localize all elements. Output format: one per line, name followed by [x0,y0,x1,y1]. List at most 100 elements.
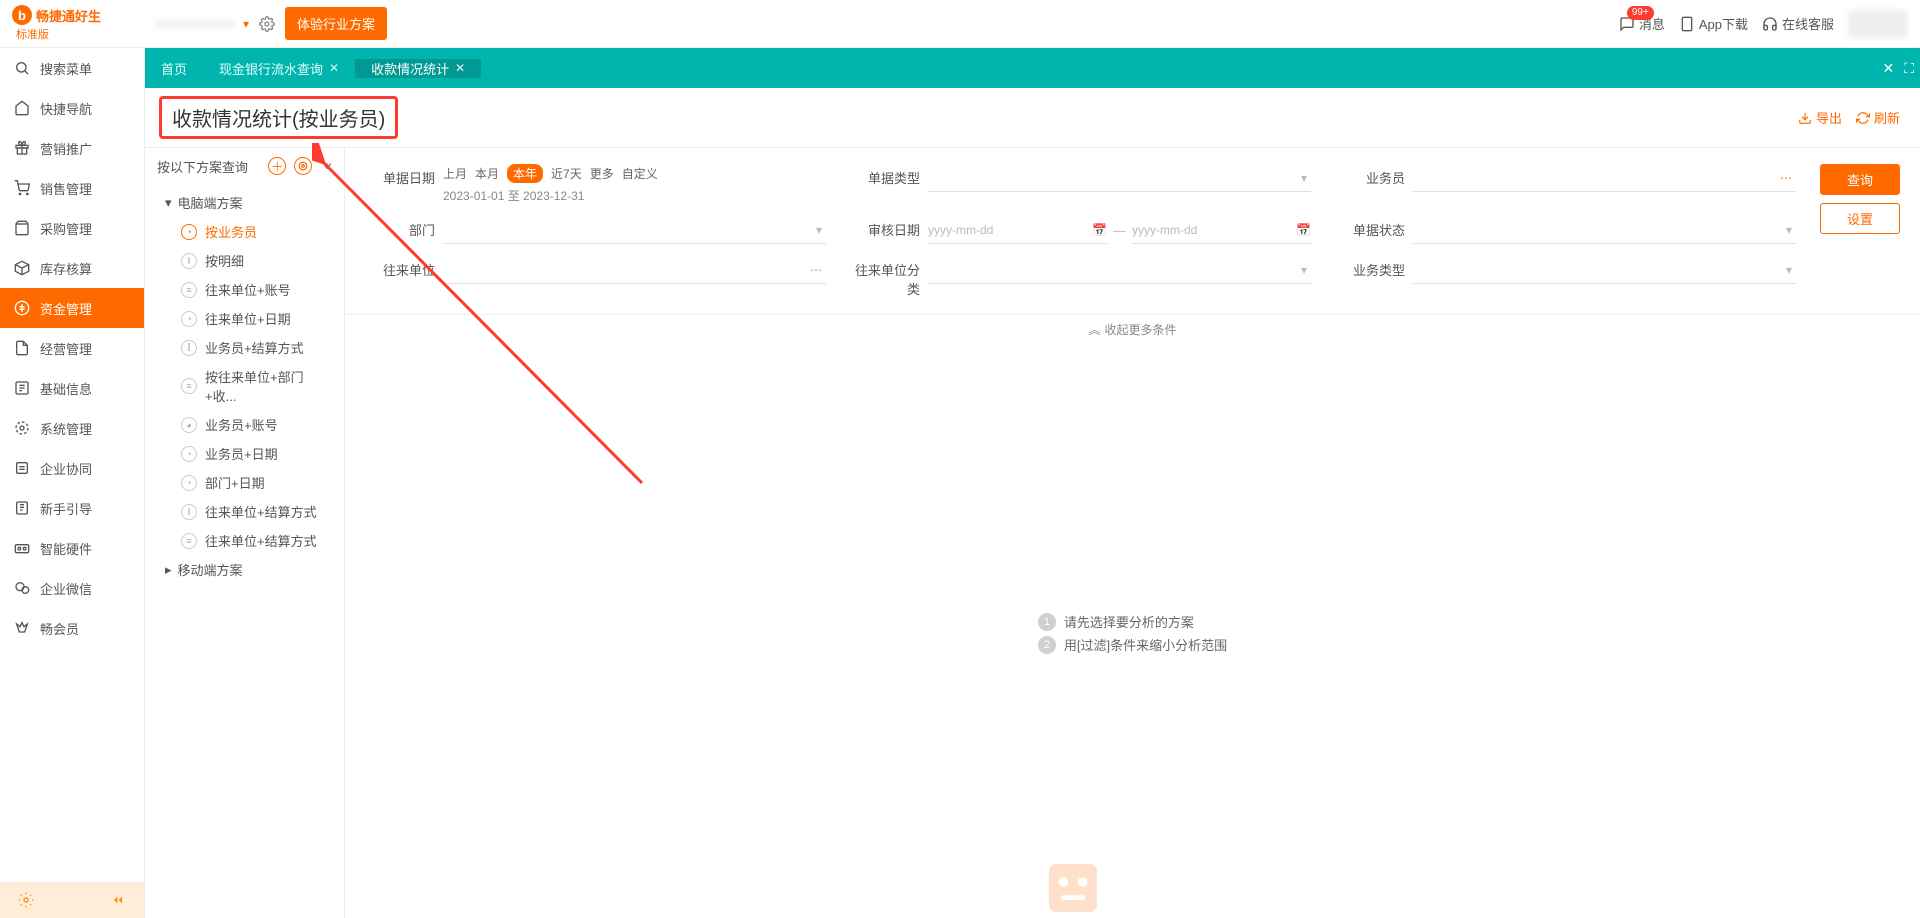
sidebar-item-label: 搜索菜单 [40,59,92,78]
tree-leaf-0-3[interactable]: ◔往来单位+日期 [145,304,344,333]
sidebar-item-3[interactable]: 销售管理 [0,168,144,208]
chart-icon: ⫾ [181,253,197,269]
tree-leaf-0-0[interactable]: ◔按业务员 [145,217,344,246]
tab-fullscreen-icon[interactable]: ⛶ [1904,60,1914,77]
chevron-down-icon: ▾ [243,17,249,31]
date-preset-自定义[interactable]: 自定义 [622,165,658,182]
sidebar-item-5[interactable]: 库存核算 [0,248,144,288]
filter-area: 单据日期 上月本月本年近7天更多自定义 2023-01-01 至 2023-12… [345,148,1920,918]
sidebar-item-label: 智能硬件 [40,539,92,558]
sidebar-item-8[interactable]: 基础信息 [0,368,144,408]
sidebar-item-10[interactable]: 企业协同 [0,448,144,488]
main-area: 首页现金银行流水查询✕收款情况统计✕ ✕ ⛶ 收款情况统计(按业务员) 导出 [145,48,1920,918]
sidebar-item-4[interactable]: 采购管理 [0,208,144,248]
date-preset-本年[interactable]: 本年 [507,164,543,183]
tree-leaf-0-4[interactable]: ⫿业务员+结算方式 [145,333,344,362]
partner-category-select[interactable]: ▾ [928,256,1311,284]
sidebar-item-2[interactable]: 营销推广 [0,128,144,168]
date-preset-上月[interactable]: 上月 [443,165,467,182]
sidebar-item-7[interactable]: 经营管理 [0,328,144,368]
clock-icon: ◔ [181,475,197,491]
footer-collapse-icon[interactable] [110,892,126,908]
tree-leaf-0-5[interactable]: ≡按往来单位+部门+收... [145,362,344,410]
tab-close-all-icon[interactable]: ✕ [1882,60,1894,77]
sidebar-item-0[interactable]: 搜索菜单 [0,48,144,88]
sys-icon [14,420,30,436]
tree-group-0[interactable]: ▾电脑端方案 [145,188,344,217]
search-icon [14,60,30,76]
app-header: b 畅捷通好生 标准版 ▾ 体验行业方案 消息 99+ App下载 在线客服 [0,0,1920,48]
query-button[interactable]: 查询 [1820,164,1900,195]
tree-leaf-0-6[interactable]: ◕业务员+账号 [145,410,344,439]
tab-2[interactable]: 收款情况统计✕ [355,59,481,78]
settings-gear-icon[interactable] [259,16,275,32]
refresh-button[interactable]: 刷新 [1856,108,1900,127]
date-preset-近7天[interactable]: 近7天 [551,165,582,182]
filter-bill-date: 单据日期 上月本月本年近7天更多自定义 2023-01-01 至 2023-12… [365,164,826,204]
add-scheme-button[interactable]: ＋ [268,157,286,175]
tree-leaf-0-9[interactable]: ⫾往来单位+结算方式 [145,497,344,526]
bill-type-select[interactable]: ▾ [928,164,1311,192]
sidebar-item-label: 库存核算 [40,259,92,278]
filter-department: 部门 ▾ [365,216,826,244]
collapse-panel-icon[interactable]: « [324,157,332,175]
team-icon [14,460,30,476]
sidebar-item-label: 基础信息 [40,379,92,398]
tabs-bar: 首页现金银行流水查询✕收款情况统计✕ ✕ ⛶ [145,48,1920,88]
business-type-select[interactable]: ▾ [1413,256,1796,284]
department-select[interactable]: ▾ [443,216,826,244]
sidebar-item-label: 销售管理 [40,179,92,198]
filter-audit-date: 审核日期 yyyy-mm-dd📅 — yyyy-mm-dd📅 [850,216,1311,244]
audit-date-from[interactable]: yyyy-mm-dd📅 [928,216,1107,244]
filter-partner-category: 往来单位分类 ▾ [850,256,1311,298]
tab-close-icon[interactable]: ✕ [329,61,339,75]
tab-0[interactable]: 首页 [145,59,203,78]
money-icon [14,300,30,316]
audit-date-to[interactable]: yyyy-mm-dd📅 [1132,216,1311,244]
tree-leaf-0-7[interactable]: ◔业务员+日期 [145,439,344,468]
user-avatar-blurred[interactable] [1848,10,1908,38]
sidebar-item-6[interactable]: 资金管理 [0,288,144,328]
tabs-actions: ✕ ⛶ [1882,60,1914,77]
clock-icon: ◔ [181,224,197,240]
bill-status-select[interactable]: ▾ [1413,216,1796,244]
collapse-filters-button[interactable]: ︽ 收起更多条件 [345,314,1920,344]
messages-link[interactable]: 消息 99+ [1619,14,1665,33]
online-service-link[interactable]: 在线客服 [1762,14,1834,33]
app-download-label: App下载 [1699,14,1748,33]
experience-button[interactable]: 体验行业方案 [285,7,387,40]
sidebar-item-1[interactable]: 快捷导航 [0,88,144,128]
hw-icon [14,540,30,556]
tab-close-icon[interactable]: ✕ [455,61,465,75]
partner-select[interactable] [443,256,826,284]
chart-icon: ⫾ [181,504,197,520]
title-highlight-box: 收款情况统计(按业务员) [159,96,398,139]
org-selector[interactable]: ▾ [155,17,249,31]
sidebar-item-9[interactable]: 系统管理 [0,408,144,448]
info-icon [14,380,30,396]
tab-1[interactable]: 现金银行流水查询✕ [203,59,355,78]
date-preset-更多[interactable]: 更多 [590,165,614,182]
app-download-link[interactable]: App下载 [1679,14,1748,33]
tree-leaf-0-1[interactable]: ⫾按明细 [145,246,344,275]
sidebar-item-label: 采购管理 [40,219,92,238]
date-preset-本月[interactable]: 本月 [475,165,499,182]
tree-leaf-0-2[interactable]: ≡往来单位+账号 [145,275,344,304]
list-icon: ≡ [181,533,197,549]
sidebar-item-label: 营销推广 [40,139,92,158]
export-button[interactable]: 导出 [1798,108,1842,127]
footer-gear-icon[interactable] [18,892,34,908]
scheme-settings-button[interactable] [294,157,312,175]
sidebar-item-13[interactable]: 企业微信 [0,568,144,608]
tree-group-1[interactable]: ▸移动端方案 [145,555,344,584]
tree-leaf-0-10[interactable]: ≡往来单位+结算方式 [145,526,344,555]
tree-leaf-0-8[interactable]: ◔部门+日期 [145,468,344,497]
sidebar-item-14[interactable]: 畅会员 [0,608,144,648]
sidebar-item-12[interactable]: 智能硬件 [0,528,144,568]
salesperson-select[interactable] [1413,164,1796,192]
logo-area: b 畅捷通好生 标准版 [12,5,145,42]
sidebar-item-11[interactable]: 新手引导 [0,488,144,528]
guide-icon [14,500,30,516]
settings-button[interactable]: 设置 [1820,203,1900,234]
chevron-icon: ▾ [165,195,172,211]
